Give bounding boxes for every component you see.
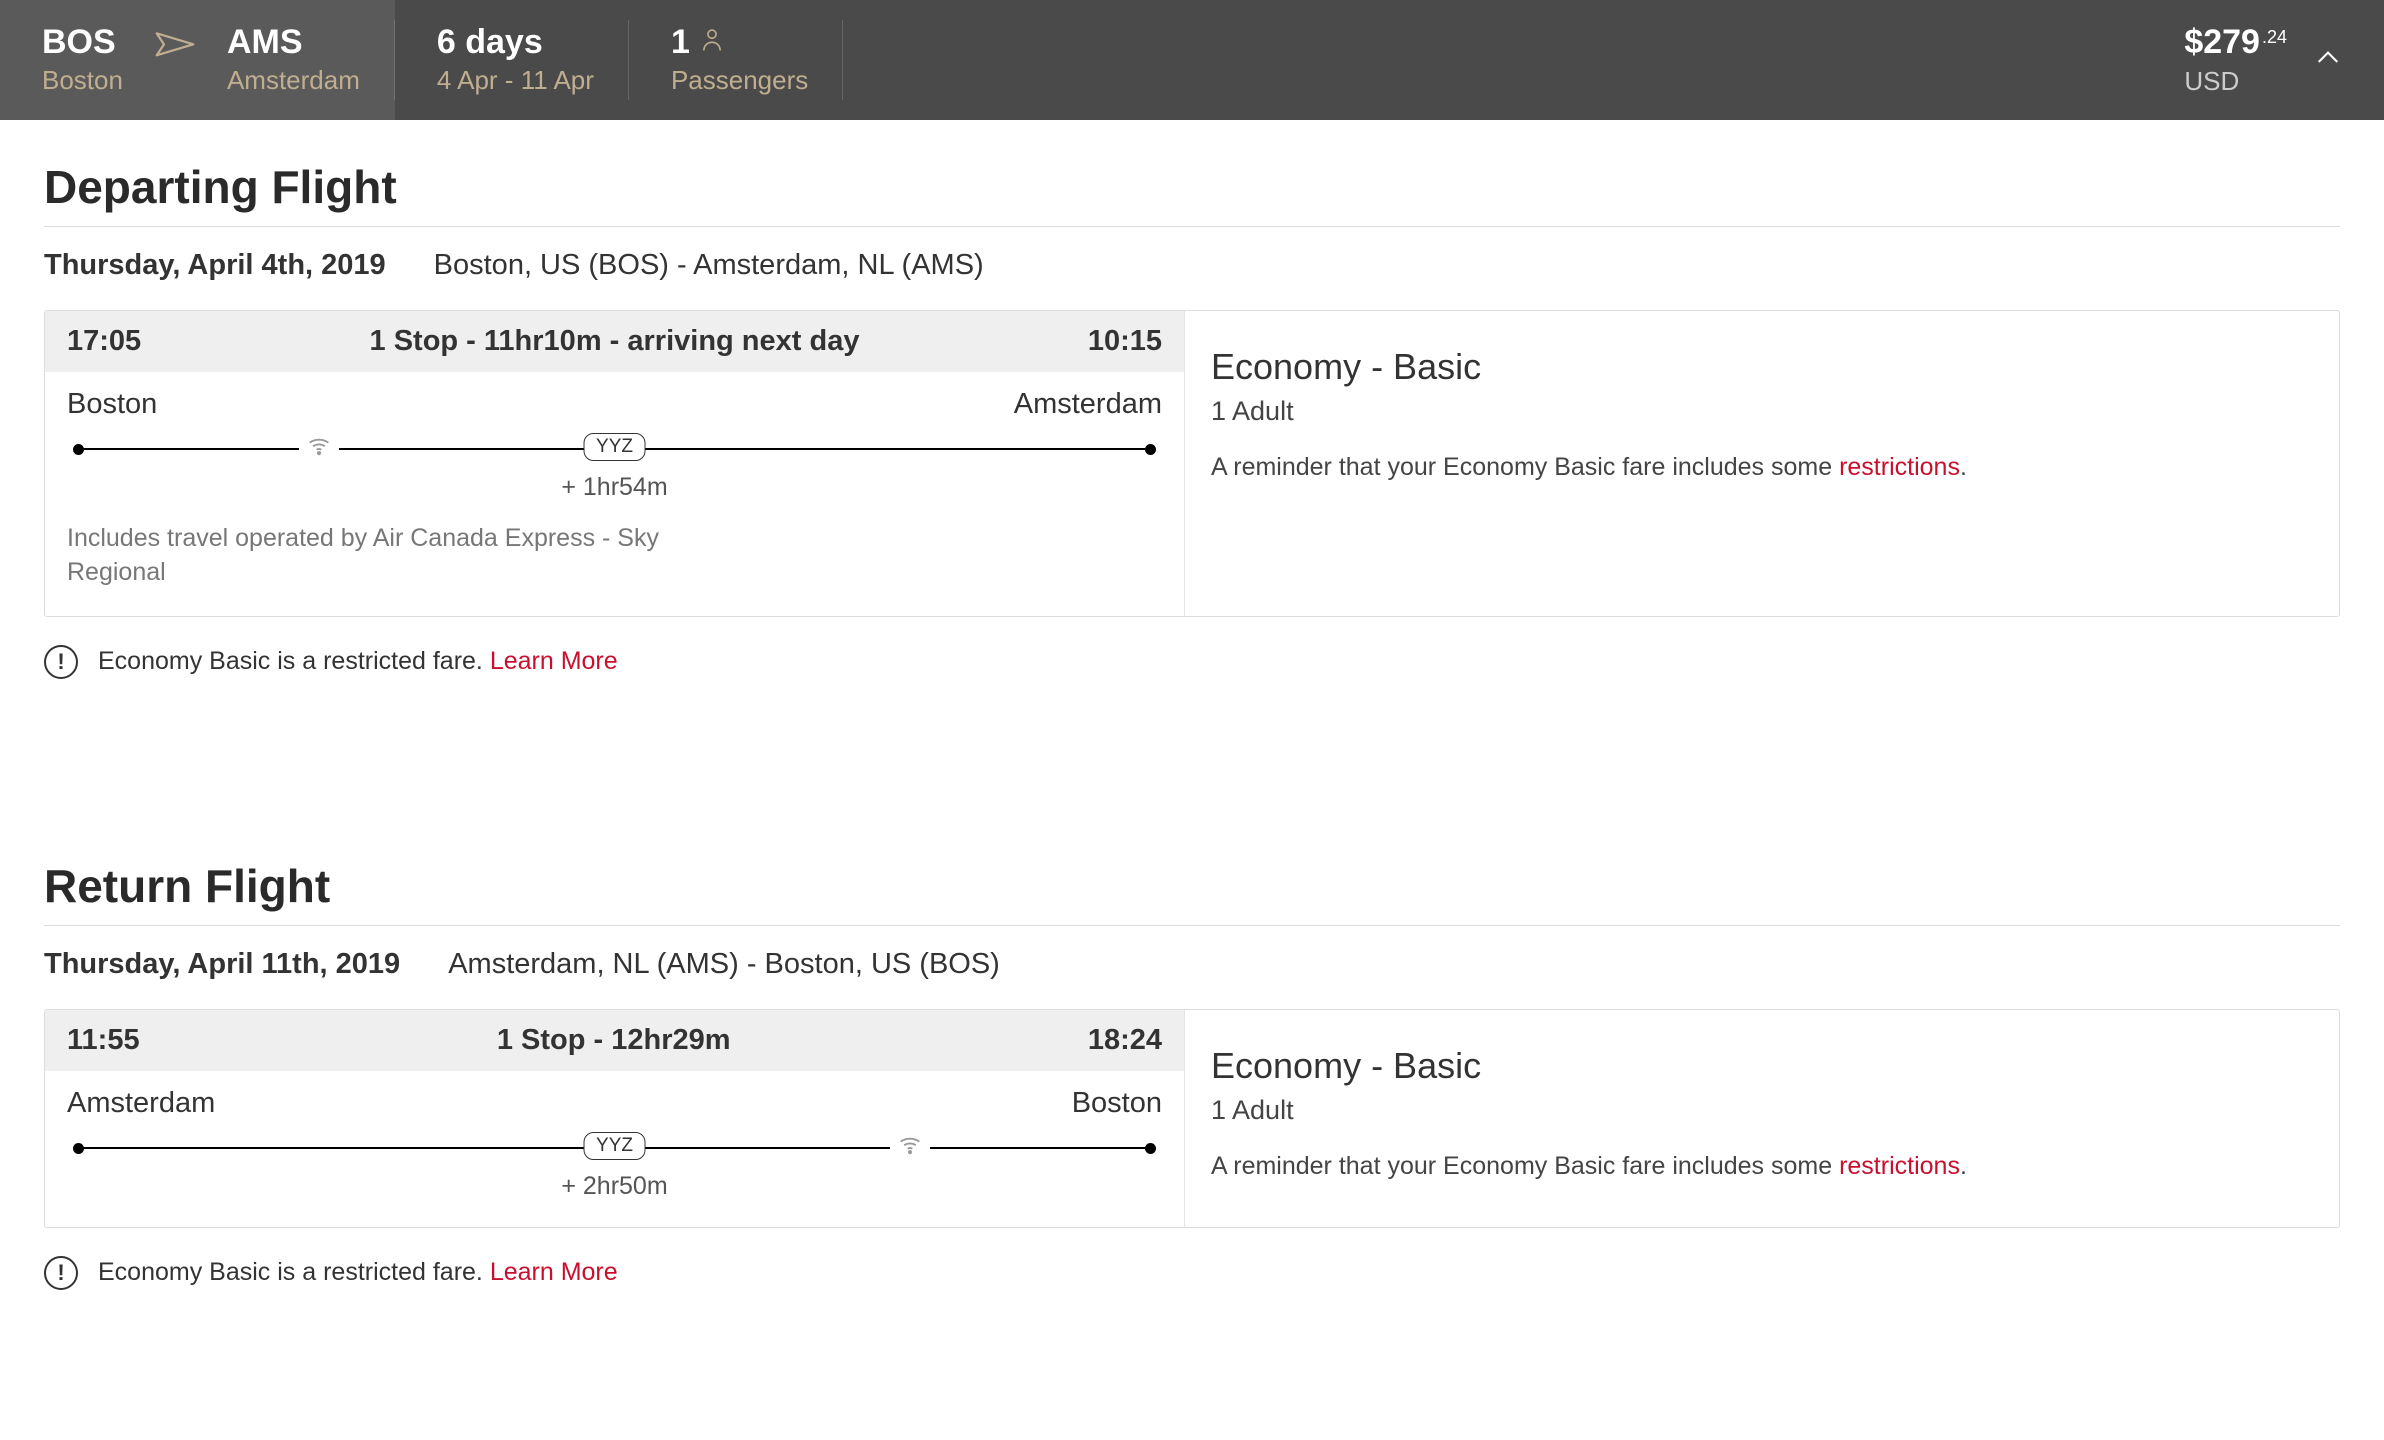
departing-flight-card: 17:05 1 Stop - 11hr10m - arriving next d… — [44, 310, 2340, 617]
dest-city: Amsterdam — [227, 65, 360, 96]
route-segment[interactable]: BOS Boston AMS Amsterdam — [0, 0, 395, 120]
arr-time: 10:15 — [1088, 325, 1162, 358]
restrictions-link[interactable]: restrictions — [1839, 453, 1960, 481]
flight-timeline: YYZ — [67, 1138, 1162, 1158]
layover-duration: + 2hr50m — [67, 1172, 1162, 1201]
trip-summary-bar: BOS Boston AMS Amsterdam 6 days 4 Apr - … — [0, 0, 2384, 120]
price-currency: USD — [2184, 66, 2239, 97]
dep-summary: 1 Stop - 12hr29m — [497, 1024, 731, 1057]
plane-icon — [153, 26, 197, 75]
origin-city: Boston — [42, 65, 123, 96]
divider — [44, 226, 2340, 227]
fare-note: A reminder that your Economy Basic fare … — [1211, 449, 2313, 487]
alert-icon: ! — [44, 645, 78, 679]
passengers-segment[interactable]: 1 Passengers — [629, 0, 843, 120]
return-subheading: Thursday, April 11th, 2019 Amsterdam, NL… — [44, 948, 2340, 981]
operated-by-note: Includes travel operated by Air Canada E… — [45, 502, 685, 616]
return-route: Amsterdam, NL (AMS) - Boston, US (BOS) — [448, 948, 1000, 981]
learn-more-link[interactable]: Learn More — [490, 647, 618, 675]
departing-restricted-notice: ! Economy Basic is a restricted fare. Le… — [44, 645, 2340, 679]
trip-dates: 4 Apr - 11 Apr — [437, 65, 594, 96]
price-amount: $279 — [2184, 23, 2260, 62]
dep-city: Boston — [67, 388, 157, 421]
departing-date: Thursday, April 4th, 2019 — [44, 249, 386, 282]
pax-label: Passengers — [671, 65, 808, 96]
price-cents: .24 — [2262, 27, 2287, 48]
fare-class: Economy - Basic — [1211, 346, 2313, 388]
trip-length: 6 days — [437, 24, 594, 61]
flight-timeline: YYZ — [67, 439, 1162, 459]
departing-heading: Departing Flight — [44, 160, 2340, 214]
arr-time: 18:24 — [1088, 1024, 1162, 1057]
pax-count: 1 — [671, 24, 690, 61]
divider — [44, 925, 2340, 926]
person-icon — [698, 26, 726, 59]
alert-icon: ! — [44, 1256, 78, 1290]
dates-segment[interactable]: 6 days 4 Apr - 11 Apr — [395, 0, 629, 120]
arr-city: Amsterdam — [1014, 388, 1162, 421]
fare-pax: 1 Adult — [1211, 1095, 2313, 1126]
departing-subheading: Thursday, April 4th, 2019 Boston, US (BO… — [44, 249, 2340, 282]
layover-duration: + 1hr54m — [67, 473, 1162, 502]
fare-class: Economy - Basic — [1211, 1045, 2313, 1087]
learn-more-link[interactable]: Learn More — [490, 1258, 618, 1286]
return-heading: Return Flight — [44, 859, 2340, 913]
return-restricted-notice: ! Economy Basic is a restricted fare. Le… — [44, 1256, 2340, 1290]
price-segment[interactable]: $279 .24 USD — [2142, 0, 2384, 120]
fare-pax: 1 Adult — [1211, 396, 2313, 427]
restrictions-link[interactable]: restrictions — [1839, 1152, 1960, 1180]
stop-code[interactable]: YYZ — [583, 433, 646, 461]
return-flight-card: 11:55 1 Stop - 12hr29m 18:24 Amsterdam B… — [44, 1009, 2340, 1228]
chevron-up-icon[interactable] — [2312, 42, 2344, 79]
dep-time: 11:55 — [67, 1024, 140, 1057]
origin-code: BOS — [42, 24, 123, 61]
departing-route: Boston, US (BOS) - Amsterdam, NL (AMS) — [434, 249, 984, 282]
dep-time: 17:05 — [67, 325, 141, 358]
dep-city: Amsterdam — [67, 1087, 215, 1120]
wifi-icon — [299, 431, 339, 464]
return-date: Thursday, April 11th, 2019 — [44, 948, 400, 981]
arr-city: Boston — [1072, 1087, 1162, 1120]
dep-summary: 1 Stop - 11hr10m - arriving next day — [370, 325, 860, 358]
dest-code: AMS — [227, 24, 360, 61]
stop-code[interactable]: YYZ — [583, 1132, 646, 1160]
wifi-icon — [890, 1130, 930, 1163]
fare-note: A reminder that your Economy Basic fare … — [1211, 1148, 2313, 1186]
